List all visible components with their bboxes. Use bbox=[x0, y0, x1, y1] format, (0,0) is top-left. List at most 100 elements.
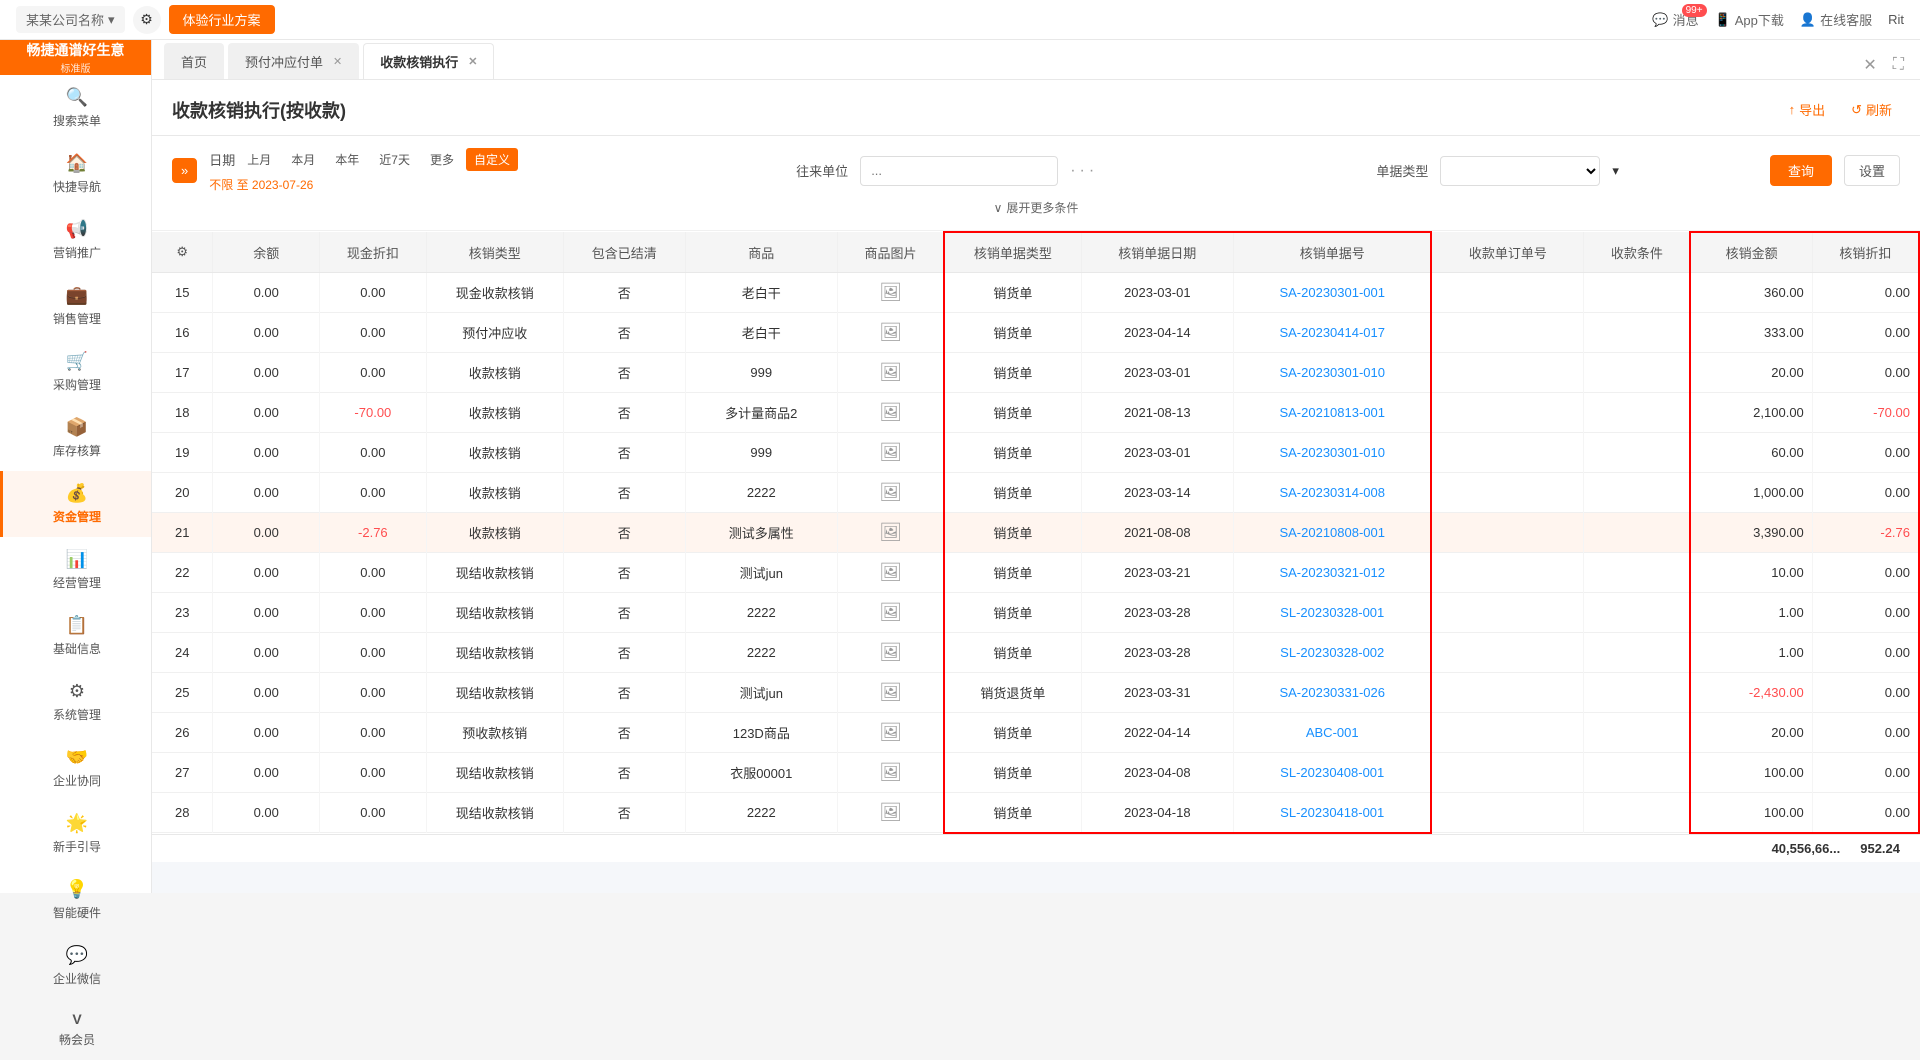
sales-icon: 💼 bbox=[66, 285, 88, 306]
date-btn-more[interactable]: 更多 bbox=[422, 148, 462, 171]
cell-row-num: 23 bbox=[152, 593, 213, 633]
date-btn-last-month[interactable]: 上月 bbox=[239, 148, 279, 171]
sidebar-item-finance[interactable]: 💰 资金管理 bbox=[0, 471, 151, 537]
export-icon: ↑ bbox=[1789, 102, 1796, 117]
table-header-row: ⚙ 余额 现金折扣 核销类型 包含已结清 商品 商品图片 核销单据类型 核销单据… bbox=[152, 232, 1919, 273]
cell-collect-order bbox=[1431, 793, 1583, 833]
verify-no-link[interactable]: SL-20230328-002 bbox=[1280, 645, 1384, 660]
cell-goods: 999 bbox=[685, 353, 837, 393]
cell-verify-no: SA-20230331-026 bbox=[1233, 673, 1431, 713]
cell-verify-voucher-type: 销货单 bbox=[944, 313, 1081, 353]
cell-verify-discount: 0.00 bbox=[1812, 273, 1919, 313]
refresh-icon: ↺ bbox=[1851, 102, 1862, 118]
totals-verify-amount: 40,556,66... bbox=[1772, 841, 1841, 856]
cell-verify-no: SA-20230301-010 bbox=[1233, 433, 1431, 473]
app-download-button[interactable]: 📱 App下载 bbox=[1715, 10, 1784, 29]
cell-goods: 测试多属性 bbox=[685, 513, 837, 553]
cell-verify-type: 现结收款核销 bbox=[426, 753, 563, 793]
online-service-button[interactable]: 👤 在线客服 bbox=[1800, 10, 1872, 29]
sidebar-item-sales[interactable]: 💼 销售管理 bbox=[0, 273, 151, 339]
tab-home[interactable]: 首页 bbox=[164, 43, 224, 79]
user-info[interactable]: Rit bbox=[1888, 12, 1904, 27]
cell-balance: 0.00 bbox=[213, 553, 320, 593]
query-button[interactable]: 查询 bbox=[1770, 155, 1832, 186]
verify-no-link[interactable]: SA-20230331-026 bbox=[1279, 685, 1385, 700]
maximize-button[interactable]: ⛶ bbox=[1889, 52, 1908, 78]
date-btn-this-year[interactable]: 本年 bbox=[327, 148, 367, 171]
close-window-button[interactable]: ✕ bbox=[1859, 51, 1880, 79]
sidebar-item-marketing[interactable]: 📢 营销推广 bbox=[0, 207, 151, 273]
filter-area: » 日期 上月 本月 本年 近7天 更多 自定义 不限 至 2023-07-26 bbox=[152, 136, 1920, 231]
table-row: 23 0.00 0.00 现结收款核销 否 2222 🖼 销货单 2023-03… bbox=[152, 593, 1919, 633]
sidebar-item-inventory[interactable]: 📦 库存核算 bbox=[0, 405, 151, 471]
cell-include-cleared: 否 bbox=[563, 273, 685, 313]
sidebar-item-newbie[interactable]: 🌟 新手引导 bbox=[0, 801, 151, 867]
sidebar-item-enterprise[interactable]: 🤝 企业协同 bbox=[0, 735, 151, 801]
table-row: 26 0.00 0.00 预收款核销 否 123D商品 🖼 销货单 2022-0… bbox=[152, 713, 1919, 753]
inventory-icon: 📦 bbox=[66, 417, 88, 438]
sidebar-item-smart[interactable]: 💡 智能硬件 bbox=[0, 867, 151, 933]
sidebar-item-wechat[interactable]: 💬 企业微信 bbox=[0, 933, 151, 999]
cell-verify-voucher-type: 销货单 bbox=[944, 713, 1081, 753]
verify-no-link[interactable]: SA-20230321-012 bbox=[1279, 565, 1385, 580]
verify-no-link[interactable]: SA-20210813-001 bbox=[1279, 405, 1385, 420]
cell-verify-discount: 0.00 bbox=[1812, 793, 1919, 833]
top-bar-right: 💬 消息 99+ 📱 App下载 👤 在线客服 Rit bbox=[1652, 10, 1904, 29]
expand-icon: ∨ bbox=[994, 201, 1003, 215]
tab-prepay[interactable]: 预付冲应付单 ✕ bbox=[228, 43, 359, 79]
cell-verify-no: SA-20210813-001 bbox=[1233, 393, 1431, 433]
sidebar-item-management[interactable]: 📊 经营管理 bbox=[0, 537, 151, 603]
cell-verify-date: 2023-03-31 bbox=[1081, 673, 1233, 713]
date-btn-7days[interactable]: 近7天 bbox=[371, 148, 418, 171]
industry-solution-button[interactable]: 体验行业方案 bbox=[169, 5, 275, 34]
cell-goods-img: 🖼 bbox=[837, 553, 944, 593]
verify-no-link[interactable]: ABC-001 bbox=[1306, 725, 1359, 740]
table-totals-row: 40,556,66... 952.24 bbox=[152, 834, 1920, 862]
verify-no-link[interactable]: SA-20230414-017 bbox=[1279, 325, 1385, 340]
tab-collection-close[interactable]: ✕ bbox=[468, 55, 477, 68]
voucher-type-select[interactable] bbox=[1440, 156, 1600, 186]
management-icon: 📊 bbox=[66, 549, 88, 570]
cell-include-cleared: 否 bbox=[563, 633, 685, 673]
settings-gear-button[interactable]: ⚙ bbox=[133, 6, 161, 34]
cell-cash-discount: 0.00 bbox=[320, 433, 427, 473]
verify-no-link[interactable]: SA-20230301-010 bbox=[1279, 445, 1385, 460]
cell-include-cleared: 否 bbox=[563, 513, 685, 553]
verify-no-link[interactable]: SA-20210808-001 bbox=[1279, 525, 1385, 540]
verify-no-link[interactable]: SA-20230301-010 bbox=[1279, 365, 1385, 380]
partner-input[interactable] bbox=[860, 156, 1058, 186]
sidebar-item-quicknav[interactable]: 🏠 快捷导航 bbox=[0, 141, 151, 207]
tab-prepay-close[interactable]: ✕ bbox=[333, 55, 342, 68]
expand-more-filters-button[interactable]: ∨ 展开更多条件 bbox=[994, 199, 1079, 216]
cell-collect-order bbox=[1431, 713, 1583, 753]
cell-goods: 测试jun bbox=[685, 673, 837, 713]
export-button[interactable]: ↑ 导出 bbox=[1781, 96, 1834, 123]
cell-verify-type: 收款核销 bbox=[426, 513, 563, 553]
table-container[interactable]: ⚙ 余额 现金折扣 核销类型 包含已结清 商品 商品图片 核销单据类型 核销单据… bbox=[152, 231, 1920, 834]
sidebar-item-member[interactable]: V 畅会员 bbox=[0, 999, 151, 1060]
verify-no-link[interactable]: SL-20230408-001 bbox=[1280, 765, 1384, 780]
tab-collection[interactable]: 收款核销执行 ✕ bbox=[363, 43, 494, 79]
verify-no-link[interactable]: SA-20230314-008 bbox=[1279, 485, 1385, 500]
filter-expand-arrow-button[interactable]: » bbox=[172, 158, 197, 183]
message-button[interactable]: 💬 消息 99+ bbox=[1652, 10, 1698, 29]
date-btn-custom[interactable]: 自定义 bbox=[466, 148, 518, 171]
cell-verify-voucher-type: 销货单 bbox=[944, 753, 1081, 793]
company-selector[interactable]: 某某公司名称 ▾ bbox=[16, 6, 125, 33]
cell-goods-img: 🖼 bbox=[837, 753, 944, 793]
sidebar-item-system[interactable]: ⚙ 系统管理 bbox=[0, 669, 151, 735]
content-area: 首页 预付冲应付单 ✕ 收款核销执行 ✕ ✕ ⛶ 收款核销执行(按收款) bbox=[152, 40, 1920, 893]
column-settings-button[interactable]: 设置 bbox=[1844, 155, 1900, 186]
verify-no-link[interactable]: SL-20230328-001 bbox=[1280, 605, 1384, 620]
refresh-button[interactable]: ↺ 刷新 bbox=[1843, 96, 1900, 123]
cell-collect-order bbox=[1431, 273, 1583, 313]
data-table: ⚙ 余额 现金折扣 核销类型 包含已结清 商品 商品图片 核销单据类型 核销单据… bbox=[152, 231, 1920, 834]
sidebar-item-search[interactable]: 🔍 搜索菜单 bbox=[0, 75, 151, 141]
verify-no-link[interactable]: SA-20230301-001 bbox=[1279, 285, 1385, 300]
date-btn-this-month[interactable]: 本月 bbox=[283, 148, 323, 171]
cell-cash-discount: 0.00 bbox=[320, 713, 427, 753]
cell-goods: 999 bbox=[685, 433, 837, 473]
sidebar-item-basic[interactable]: 📋 基础信息 bbox=[0, 603, 151, 669]
sidebar-item-purchase[interactable]: 🛒 采购管理 bbox=[0, 339, 151, 405]
verify-no-link[interactable]: SL-20230418-001 bbox=[1280, 805, 1384, 820]
